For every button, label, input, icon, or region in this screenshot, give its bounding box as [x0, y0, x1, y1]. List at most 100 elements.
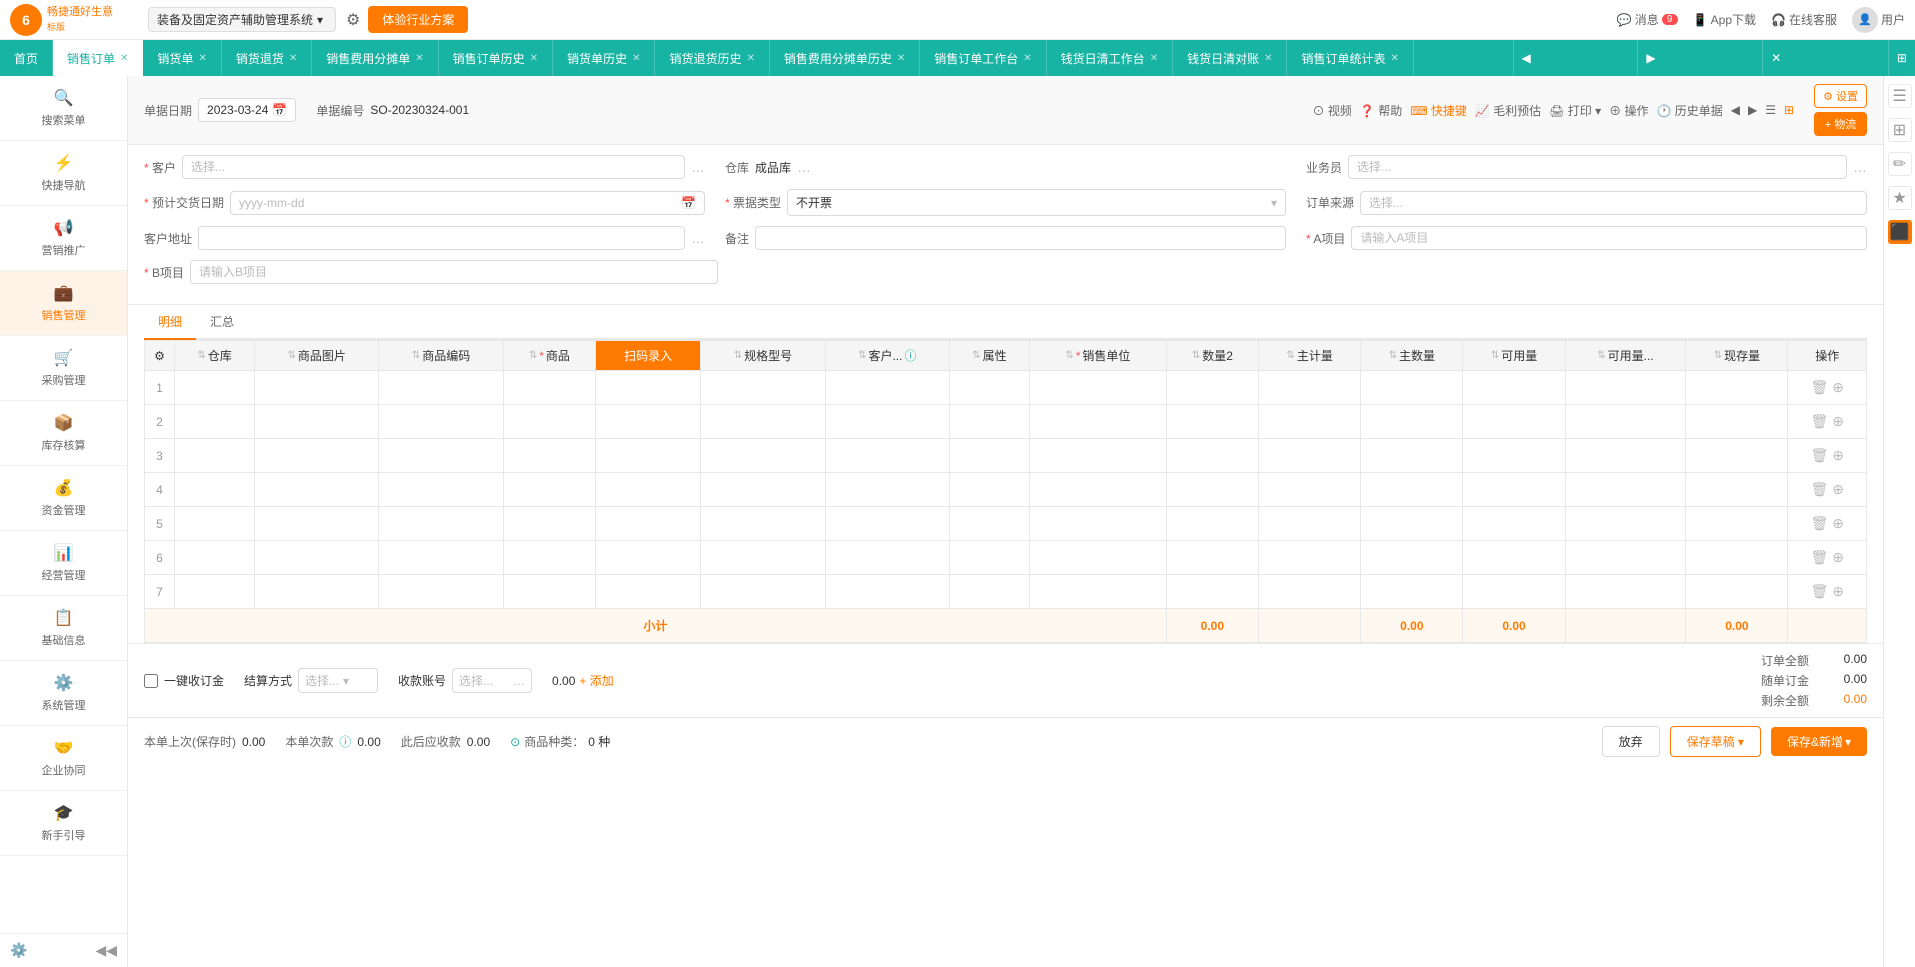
customer-input[interactable] [182, 155, 685, 179]
tab-order-workbench[interactable]: 销售订单工作台 ✕ [920, 40, 1046, 76]
nav-right-icon[interactable]: ▶ [1748, 103, 1757, 117]
tab-home[interactable]: 首页 [0, 40, 53, 76]
right-panel-icon-5[interactable]: ⬛ [1888, 220, 1912, 244]
view-action[interactable]: ⊙ 视频 [1313, 102, 1352, 119]
date-input[interactable]: 2023-03-24 📅 [198, 98, 296, 122]
project-a-input[interactable] [1351, 226, 1867, 250]
collapse-icon[interactable]: ◀◀ [95, 942, 117, 959]
delete-icon-5[interactable]: 🗑 [1810, 515, 1828, 532]
close-icon[interactable]: ✕ [632, 53, 640, 64]
close-icon[interactable]: ✕ [746, 53, 754, 64]
print-action[interactable]: 🖨 打印 ▾ [1549, 102, 1601, 119]
save-draft-btn[interactable]: 保存草稿 ▾ [1670, 726, 1761, 757]
tab-sales-return[interactable]: 销货退货 ✕ [222, 40, 312, 76]
app-download-item[interactable]: 📱 App下载 [1693, 11, 1756, 28]
right-panel-icon-1[interactable]: ☰ [1888, 84, 1912, 108]
sidebar-item-finance[interactable]: 💰 资金管理 [0, 466, 127, 531]
close-icon[interactable]: ✕ [1150, 53, 1158, 64]
col-settings[interactable]: ⚙ [145, 341, 175, 371]
close-icon[interactable]: ✕ [897, 53, 905, 64]
settings-bottom-icon[interactable]: ⚙️ [10, 942, 27, 959]
customer-dots[interactable]: … [691, 159, 705, 175]
industry-btn[interactable]: 体验行业方案 [368, 6, 468, 33]
save-new-arrow[interactable]: ▾ [1845, 735, 1851, 749]
right-panel-icon-3[interactable]: ✏ [1888, 152, 1912, 176]
save-new-btn[interactable]: 保存&新增 ▾ [1771, 727, 1867, 756]
nav-next-icon[interactable]: ▶ [1637, 40, 1663, 76]
nav-left-icon[interactable]: ◀ [1731, 103, 1740, 117]
close-icon[interactable]: ✕ [1264, 53, 1272, 64]
invoice-type-select[interactable]: 不开票 ▾ [787, 189, 1286, 216]
profit-action[interactable]: 📈 毛利预估 [1475, 102, 1541, 119]
tab-daily-reconcile[interactable]: 钱货日清对账 ✕ [1173, 40, 1287, 76]
tab-sales-history[interactable]: 销货单历史 ✕ [553, 40, 655, 76]
chat-item[interactable]: 💬 消息 9 [1617, 11, 1678, 28]
sidebar-item-marketing[interactable]: 📢 营销推广 [0, 206, 127, 271]
operations-action[interactable]: ⊕ 操作 [1609, 102, 1648, 119]
delete-icon-1[interactable]: 🗑 [1810, 379, 1828, 396]
delete-icon-6[interactable]: 🗑 [1810, 549, 1828, 566]
tab-summary[interactable]: 汇总 [196, 305, 248, 338]
sidebar-item-nav[interactable]: ⚡ 快捷导航 [0, 141, 127, 206]
discard-btn[interactable]: 放弃 [1602, 726, 1660, 757]
remark-input[interactable] [755, 226, 1286, 250]
list-icon[interactable]: ☰ [1765, 103, 1776, 117]
right-panel-icon-2[interactable]: ⊞ [1888, 118, 1912, 142]
gear-icon[interactable]: ⚙ [346, 10, 360, 30]
user-item[interactable]: 👤 用户 [1852, 7, 1905, 33]
copy-icon-7[interactable]: ⊕ [1832, 583, 1844, 600]
copy-icon-3[interactable]: ⊕ [1832, 447, 1844, 464]
sidebar-item-collab[interactable]: 🤝 企业协同 [0, 726, 127, 791]
close-icon[interactable]: ✕ [289, 53, 297, 64]
receive-dots[interactable]: … [513, 674, 525, 688]
col-scan[interactable]: 扫码录入 [596, 341, 701, 371]
tab-sales-list[interactable]: 销货单 ✕ [143, 40, 221, 76]
settings-btn[interactable]: ⚙ 设置 [1814, 84, 1867, 108]
sidebar-item-guide[interactable]: 🎓 新手引导 [0, 791, 127, 856]
sidebar-item-search[interactable]: 🔍 搜索菜单 [0, 76, 127, 141]
close-icon[interactable]: ✕ [530, 53, 538, 64]
nav-prev-icon[interactable]: ◀ [1513, 40, 1539, 76]
right-panel-icon-4[interactable]: ★ [1888, 186, 1912, 210]
settle-method-select[interactable]: 选择... ▾ [298, 668, 378, 693]
warehouse-dots[interactable]: … [797, 159, 811, 175]
delete-icon-2[interactable]: 🗑 [1810, 413, 1828, 430]
tab-sales-stats[interactable]: 销售订单统计表 ✕ [1287, 40, 1413, 76]
tab-order-history[interactable]: 销售订单历史 ✕ [439, 40, 553, 76]
project-b-input[interactable] [190, 260, 718, 284]
sidebar-item-system[interactable]: ⚙️ 系统管理 [0, 661, 127, 726]
delivery-date-input[interactable]: yyyy-mm-dd 📅 [230, 191, 705, 215]
addr-dots[interactable]: … [691, 230, 705, 246]
close-icon[interactable]: ✕ [1023, 53, 1031, 64]
customer-addr-input[interactable] [198, 226, 685, 250]
copy-icon-5[interactable]: ⊕ [1832, 515, 1844, 532]
sidebar-item-sales[interactable]: 💼 销售管理 [0, 271, 127, 336]
nav-grid-icon[interactable]: ⊞ [1888, 40, 1915, 76]
salesperson-dots[interactable]: … [1853, 159, 1867, 175]
quick-settle-checkbox[interactable] [144, 674, 158, 688]
add-btn[interactable]: + 添加 [579, 672, 613, 689]
tab-daily-workbench[interactable]: 钱货日清工作台 ✕ [1047, 40, 1173, 76]
tab-detail[interactable]: 明细 [144, 305, 196, 340]
system-selector[interactable]: 装备及固定资产辅助管理系统 ▾ [148, 7, 336, 32]
add-logistics-btn[interactable]: + 物流 [1814, 112, 1867, 136]
close-icon[interactable]: ✕ [120, 53, 128, 64]
shortcut-action[interactable]: ⌨ 快捷键 [1410, 102, 1467, 119]
sidebar-item-purchase[interactable]: 🛒 采购管理 [0, 336, 127, 401]
receive-account-select[interactable]: 选择... … [452, 668, 532, 693]
help-action[interactable]: ❓ 帮助 [1360, 102, 1402, 119]
history-action[interactable]: 🕐 历史单据 [1656, 102, 1722, 119]
delete-icon-4[interactable]: 🗑 [1810, 481, 1828, 498]
online-service-item[interactable]: 🎧 在线客服 [1771, 11, 1837, 28]
close-icon[interactable]: ✕ [415, 53, 423, 64]
tab-expense-history[interactable]: 销售费用分摊单历史 ✕ [770, 40, 920, 76]
tab-sales-order[interactable]: 销售订单 ✕ [53, 40, 143, 76]
sidebar-item-operations[interactable]: 📊 经营管理 [0, 531, 127, 596]
salesperson-input[interactable] [1348, 155, 1847, 179]
delete-icon-3[interactable]: 🗑 [1810, 447, 1828, 464]
order-source-input[interactable] [1360, 191, 1867, 215]
close-icon[interactable]: ✕ [198, 53, 206, 64]
copy-icon-6[interactable]: ⊕ [1832, 549, 1844, 566]
copy-icon-4[interactable]: ⊕ [1832, 481, 1844, 498]
tab-sales-expense[interactable]: 销售费用分摊单 ✕ [312, 40, 438, 76]
